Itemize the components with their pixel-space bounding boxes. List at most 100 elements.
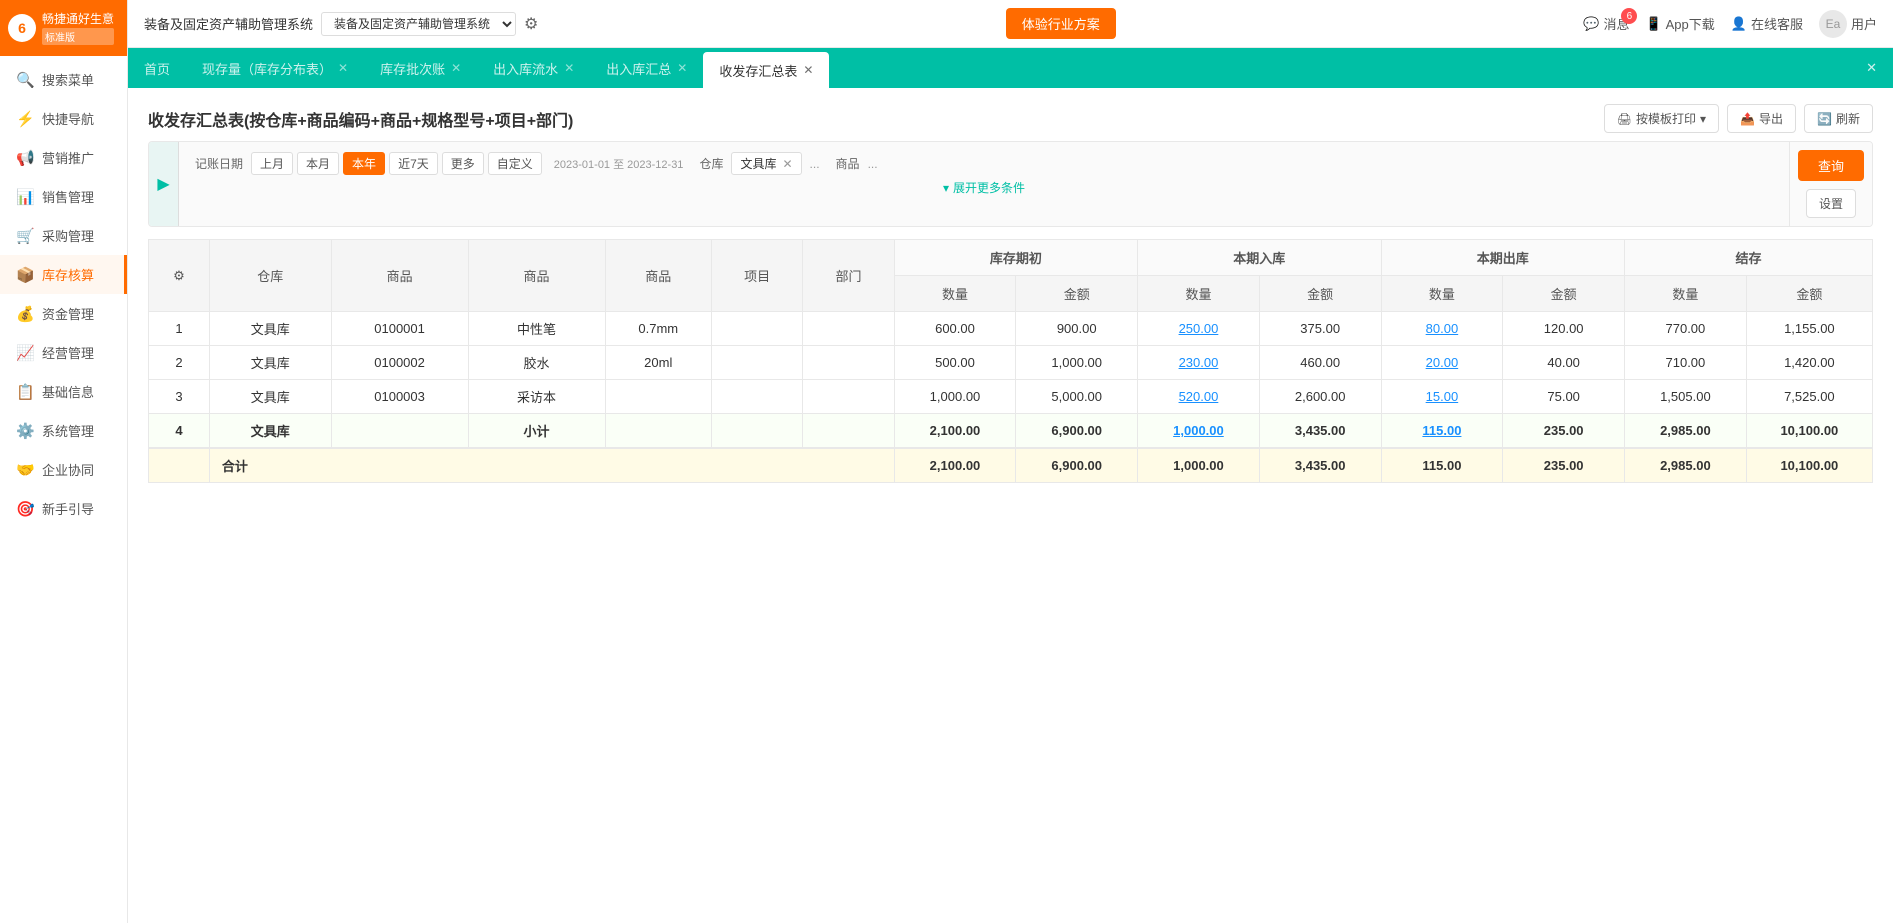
system-dropdown[interactable]: 装备及固定资产辅助管理系统 [321,12,516,36]
in-qty-link[interactable]: 520.00 [1179,389,1219,404]
tab-inventory-dist[interactable]: 现存量（库存分布表） ✕ [186,48,364,88]
cell-out-qty[interactable]: 80.00 [1381,312,1503,346]
in-qty-link[interactable]: 250.00 [1179,321,1219,336]
date-btn-more[interactable]: 更多 [442,152,484,175]
in-qty-link[interactable]: 230.00 [1179,355,1219,370]
tab-inout-summary[interactable]: 出入库汇总 ✕ [590,48,703,88]
cell-in-qty[interactable]: 250.00 [1138,312,1260,346]
sidebar-item-inventory[interactable]: 📦 库存核算 [0,255,127,294]
tab-inout-flow[interactable]: 出入库流水 ✕ [477,48,590,88]
th-out-group: 本期出库 [1381,240,1624,276]
cell-in-qty[interactable]: 1,000.00 [1138,414,1260,449]
sidebar-item-operations[interactable]: 📈 经营管理 [0,333,127,372]
th-in-qty: 数量 [1138,276,1260,312]
out-qty-link[interactable]: 20.00 [1426,355,1459,370]
cell-out-qty[interactable]: 15.00 [1381,380,1503,414]
sidebar: 6 畅捷通好生意 标准版 🔍 搜索菜单 ⚡ 快捷导航 📢 营销推广 📊 销售管理… [0,0,128,923]
cell-spec: 0.7mm [605,312,712,346]
cell-code: 0100002 [331,346,468,380]
tab-batch-label: 库存批次账 [380,59,445,78]
cell-index: 1 [149,312,210,346]
sidebar-item-sales[interactable]: 📊 销售管理 [0,177,127,216]
tab-close-icon[interactable]: ✕ [803,63,813,77]
sidebar-item-search[interactable]: 🔍 搜索菜单 [0,60,127,99]
cell-project [712,312,803,346]
settings-btn[interactable]: 设置 [1806,189,1856,218]
cell-out-qty[interactable]: 20.00 [1381,346,1503,380]
date-btn-prev-month[interactable]: 上月 [251,152,293,175]
sidebar-item-purchase[interactable]: 🛒 采购管理 [0,216,127,255]
online-service-item[interactable]: 👤 在线客服 [1731,14,1803,33]
th-settings[interactable]: ⚙ [149,240,210,312]
cell-in-qty[interactable]: 230.00 [1138,346,1260,380]
purchase-icon: 🛒 [16,227,34,245]
date-range: 2023-01-01 至 2023-12-31 [554,156,684,172]
goods-more[interactable]: ... [868,157,878,171]
tab-batch[interactable]: 库存批次账 ✕ [364,48,477,88]
phone-icon: 📱 [1645,16,1661,32]
footer-label: 合计 [209,448,894,483]
sidebar-item-marketing[interactable]: 📢 营销推广 [0,138,127,177]
th-out-amt: 金额 [1503,276,1625,312]
quicknav-icon: ⚡ [16,110,34,128]
tab-home[interactable]: 首页 [128,48,186,88]
message-item[interactable]: 💬 消息 6 [1583,14,1629,33]
warehouse-more[interactable]: ... [810,157,820,171]
warehouse-tag-text: 文具库 [740,155,776,172]
tab-close-icon[interactable]: ✕ [677,61,687,75]
date-btn-7days[interactable]: 近7天 [389,152,438,175]
date-buttons: 上月 本月 本年 近7天 更多 自定义 [251,152,542,175]
th-in-amt: 金额 [1259,276,1381,312]
sidebar-logo: 6 畅捷通好生意 标准版 [0,0,127,56]
filter-expand-arrow[interactable]: ▶ [149,142,179,226]
date-btn-this-year[interactable]: 本年 [343,152,385,175]
sidebar-item-label: 资金管理 [42,304,94,323]
sidebar-item-quicknav[interactable]: ⚡ 快捷导航 [0,99,127,138]
th-spec: 商品 [605,240,712,312]
cell-in-qty[interactable]: 520.00 [1138,380,1260,414]
export-btn[interactable]: 📤 导出 [1727,104,1796,133]
user-item[interactable]: Ea 用户 [1819,10,1877,38]
footer-balance-qty: 2,985.00 [1625,448,1747,483]
close-all-tabs[interactable]: ✕ [1850,60,1893,76]
out-qty-link[interactable]: 80.00 [1426,321,1459,336]
out-qty-link[interactable]: 115.00 [1422,423,1461,438]
tab-inout-flow-label: 出入库流水 [493,59,558,78]
page-content: 收发存汇总表(按仓库+商品编码+商品+规格型号+项目+部门) 🖨 按模板打印 ▾… [128,88,1893,923]
app-download-item[interactable]: 📱 App下载 [1645,14,1714,33]
refresh-btn[interactable]: 🔄 刷新 [1804,104,1873,133]
sidebar-item-label: 企业协同 [42,460,94,479]
tab-bar: 首页 现存量（库存分布表） ✕ 库存批次账 ✕ 出入库流水 ✕ 出入库汇总 ✕ … [128,48,1893,88]
tab-close-icon[interactable]: ✕ [338,61,348,75]
warehouse-tag[interactable]: 文具库 ✕ [731,152,801,175]
sidebar-item-label: 系统管理 [42,421,94,440]
tab-recv-send[interactable]: 收发存汇总表 ✕ [703,52,829,88]
sidebar-item-collab[interactable]: 🤝 企业协同 [0,450,127,489]
chevron-down-icon: ▾ [943,181,949,195]
sidebar-item-label: 搜索菜单 [42,70,94,89]
date-btn-this-month[interactable]: 本月 [297,152,339,175]
tab-close-icon[interactable]: ✕ [451,61,461,75]
sales-icon: 📊 [16,188,34,206]
sidebar-item-finance[interactable]: 💰 资金管理 [0,294,127,333]
in-qty-link[interactable]: 1,000.00 [1173,423,1224,438]
print-btn[interactable]: 🖨 按模板打印 ▾ [1604,104,1719,133]
gear-icon[interactable]: ⚙ [524,14,538,34]
th-code: 商品 [331,240,468,312]
date-btn-custom[interactable]: 自定义 [488,152,542,175]
warehouse-tag-close[interactable]: ✕ [782,157,792,171]
sidebar-item-label: 销售管理 [42,187,94,206]
query-btn[interactable]: 查询 [1798,150,1864,181]
operations-icon: 📈 [16,344,34,362]
sidebar-item-basic[interactable]: 📋 基础信息 [0,372,127,411]
cell-out-qty[interactable]: 115.00 [1381,414,1503,449]
filter-expand-btn[interactable]: ▾ 展开更多条件 [195,175,1773,196]
warehouse-filter: 仓库 文具库 ✕ ... [699,152,819,175]
tab-close-icon[interactable]: ✕ [564,61,574,75]
sidebar-item-guide[interactable]: 🎯 新手引导 [0,489,127,528]
out-qty-link[interactable]: 15.00 [1426,389,1459,404]
cell-balance-qty: 1,505.00 [1625,380,1747,414]
system-icon: ⚙️ [16,422,34,440]
experience-btn[interactable]: 体验行业方案 [1006,8,1116,39]
sidebar-item-system[interactable]: ⚙️ 系统管理 [0,411,127,450]
